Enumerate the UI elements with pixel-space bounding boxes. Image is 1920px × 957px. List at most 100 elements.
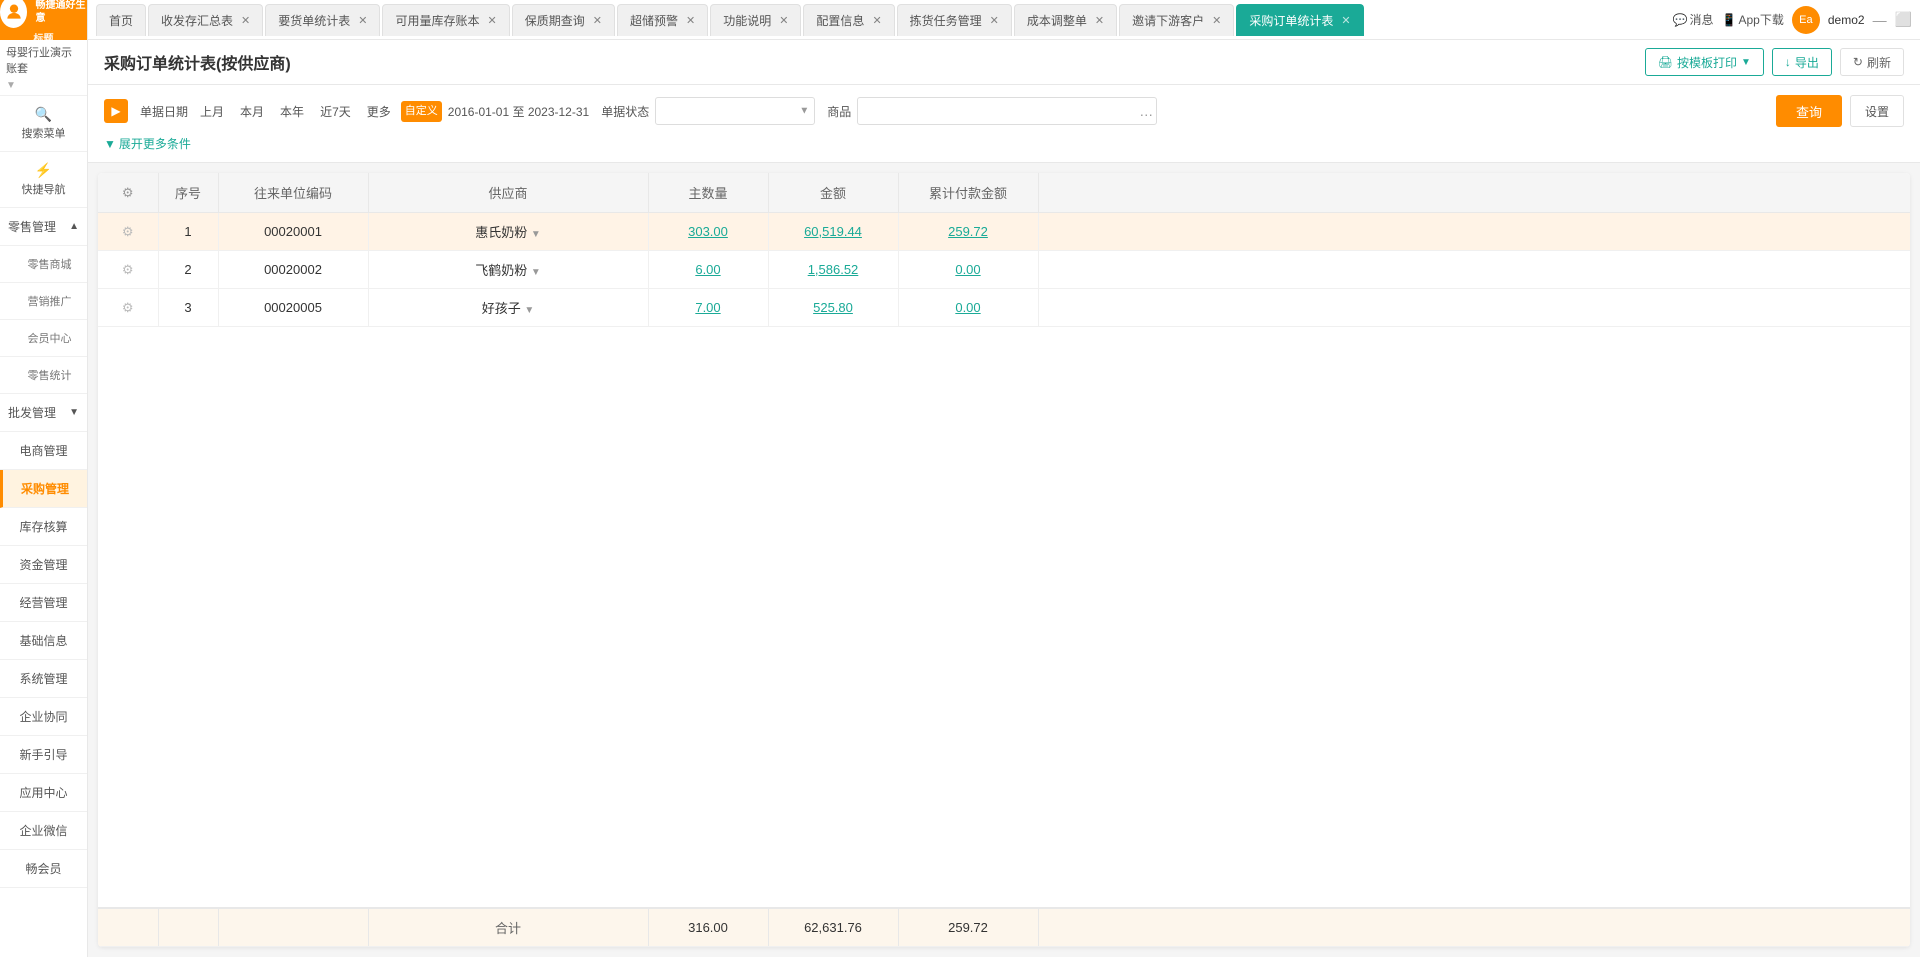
user-avatar[interactable]: Ea	[1792, 6, 1820, 34]
tab-validity[interactable]: 保质期查询 ✕	[512, 4, 615, 36]
sidebar-item-search[interactable]: 🔍 搜索菜单	[0, 96, 87, 152]
settings-gear-icon[interactable]: ⚙	[122, 185, 134, 200]
tab-inventory-book[interactable]: 可用量库存账本 ✕	[382, 4, 509, 36]
shortcut-this-month[interactable]: 本月	[234, 101, 270, 122]
tab-order-stats[interactable]: 要货单统计表 ✕	[265, 4, 380, 36]
username-label[interactable]: demo2	[1828, 13, 1865, 27]
expand-more-btn[interactable]: ▼ 展开更多条件	[104, 135, 1904, 152]
shortcut-more[interactable]: 更多	[361, 101, 397, 122]
tab-close-validity[interactable]: ✕	[593, 14, 602, 27]
table-footer-table: 合计 316.00 62,631.76 259.72	[98, 907, 1910, 947]
tab-close-inventory-book[interactable]: ✕	[488, 14, 497, 27]
row-settings-icon[interactable]: ⚙	[122, 300, 134, 315]
cell-settings-0[interactable]: ⚙	[98, 213, 158, 251]
header-actions: 🖨 按模板打印 ▼ ↓ 导出 ↻ 刷新	[1645, 48, 1904, 76]
tab-invite[interactable]: 邀请下游客户 ✕	[1119, 4, 1234, 36]
sidebar-item-retail-shop[interactable]: 零售商城	[0, 246, 87, 283]
supplier-expand-icon[interactable]: ▼	[531, 229, 541, 240]
refresh-btn[interactable]: ↻ 刷新	[1840, 48, 1904, 76]
sidebar-item-quick[interactable]: ⚡ 快捷导航	[0, 152, 87, 208]
tab-close-cost-adjust[interactable]: ✕	[1095, 14, 1104, 27]
supplier-expand-icon[interactable]: ▼	[531, 267, 541, 278]
sidebar-item-wholesale[interactable]: 批发管理 ▼	[0, 394, 87, 432]
cell-amount-1[interactable]: 1,586.52	[768, 251, 898, 289]
table-row[interactable]: ⚙ 3 00020005 好孩子 ▼ 7.00 525.80 0.00	[98, 289, 1910, 327]
footer-row: 合计 316.00 62,631.76 259.72	[98, 908, 1910, 947]
cell-supplier-0[interactable]: 惠氏奶粉 ▼	[368, 213, 648, 251]
tab-close-config[interactable]: ✕	[872, 14, 881, 27]
cell-amount-0[interactable]: 60,519.44	[768, 213, 898, 251]
account-dropdown[interactable]: 母婴行业演示账套 ▼	[0, 40, 87, 96]
tab-close-receive[interactable]: ✕	[241, 14, 250, 27]
table-row[interactable]: ⚙ 1 00020001 惠氏奶粉 ▼ 303.00 60,519.44 259…	[98, 213, 1910, 251]
shortcut-last-month[interactable]: 上月	[194, 101, 230, 122]
tab-close-order-stats[interactable]: ✕	[358, 14, 367, 27]
window-maximize-btn[interactable]: ⬜	[1895, 11, 1912, 28]
table-row[interactable]: ⚙ 2 00020002 飞鹤奶粉 ▼ 6.00 1,586.52 0.00	[98, 251, 1910, 289]
sidebar-item-system[interactable]: 系统管理	[0, 660, 87, 698]
sidebar: 畅捷通好生意 标题 母婴行业演示账套 ▼ 🔍 搜索菜单 ⚡ 快捷导航 零售管理 …	[0, 0, 88, 957]
row-settings-icon[interactable]: ⚙	[122, 224, 134, 239]
tab-receive[interactable]: 收发存汇总表 ✕	[148, 4, 263, 36]
page-header: 采购订单统计表(按供应商) 🖨 按模板打印 ▼ ↓ 导出 ↻ 刷新	[88, 40, 1920, 85]
row-settings-icon[interactable]: ⚙	[122, 262, 134, 277]
tab-func-desc[interactable]: 功能说明 ✕	[710, 4, 801, 36]
filter-toggle-btn[interactable]: ▶	[104, 99, 128, 123]
cell-supplier-2[interactable]: 好孩子 ▼	[368, 289, 648, 327]
tab-close-invite[interactable]: ✕	[1212, 14, 1221, 27]
cell-settings-2[interactable]: ⚙	[98, 289, 158, 327]
tab-close-task-mgmt[interactable]: ✕	[990, 14, 999, 27]
supplier-expand-icon[interactable]: ▼	[524, 305, 534, 316]
sidebar-item-basic[interactable]: 基础信息	[0, 622, 87, 660]
shortcut-7days[interactable]: 近7天	[314, 101, 357, 122]
sidebar-item-appcenter[interactable]: 应用中心	[0, 774, 87, 812]
cell-no-2: 3	[158, 289, 218, 327]
th-settings[interactable]: ⚙	[98, 173, 158, 213]
tab-config[interactable]: 配置信息 ✕	[803, 4, 894, 36]
export-btn[interactable]: ↓ 导出	[1772, 48, 1832, 76]
sidebar-item-vip[interactable]: 畅会员	[0, 850, 87, 888]
sidebar-item-cooperation[interactable]: 企业协同	[0, 698, 87, 736]
sidebar-item-wechat[interactable]: 企业微信	[0, 812, 87, 850]
settings-btn[interactable]: 设置	[1850, 95, 1904, 127]
tab-close-overstock[interactable]: ✕	[686, 14, 695, 27]
tab-overstock[interactable]: 超储预警 ✕	[617, 4, 708, 36]
cell-paid-2[interactable]: 0.00	[898, 289, 1038, 327]
tab-purchase-stats[interactable]: 采购订单统计表 ✕	[1236, 4, 1363, 36]
cell-amount-2[interactable]: 525.80	[768, 289, 898, 327]
tab-home[interactable]: 首页	[96, 4, 146, 36]
sidebar-item-retail-stats[interactable]: 零售统计	[0, 357, 87, 394]
sidebar-item-member[interactable]: 会员中心	[0, 320, 87, 357]
tab-close-func-desc[interactable]: ✕	[779, 14, 788, 27]
cell-supplier-1[interactable]: 飞鹤奶粉 ▼	[368, 251, 648, 289]
message-btn[interactable]: 💬 消息	[1673, 11, 1714, 28]
sidebar-item-retail[interactable]: 零售管理 ▲	[0, 208, 87, 246]
sidebar-item-ecommerce[interactable]: 电商管理	[0, 432, 87, 470]
cell-paid-1[interactable]: 0.00	[898, 251, 1038, 289]
print-dropdown-arrow[interactable]: ▼	[1741, 57, 1751, 68]
status-select[interactable]	[655, 97, 815, 125]
sidebar-item-purchase[interactable]: 采购管理	[0, 470, 87, 508]
sidebar-item-finance[interactable]: 资金管理	[0, 546, 87, 584]
window-minimize-btn[interactable]: —	[1873, 12, 1887, 28]
goods-more-btn[interactable]: …	[1139, 103, 1153, 119]
goods-input[interactable]	[857, 97, 1157, 125]
date-range-display[interactable]: 2016-01-01 至 2023-12-31	[448, 103, 589, 120]
cell-settings-1[interactable]: ⚙	[98, 251, 158, 289]
th-no: 序号	[158, 173, 218, 213]
sidebar-item-inventory[interactable]: 库存核算	[0, 508, 87, 546]
tab-cost-adjust[interactable]: 成本调整单 ✕	[1014, 4, 1117, 36]
cell-paid-0[interactable]: 259.72	[898, 213, 1038, 251]
sidebar-item-guide[interactable]: 新手引导	[0, 736, 87, 774]
cell-qty-1[interactable]: 6.00	[648, 251, 768, 289]
cell-qty-2[interactable]: 7.00	[648, 289, 768, 327]
tab-close-purchase-stats[interactable]: ✕	[1341, 14, 1350, 27]
sidebar-item-marketing[interactable]: 营销推广	[0, 283, 87, 320]
shortcut-this-year[interactable]: 本年	[274, 101, 310, 122]
print-btn[interactable]: 🖨 按模板打印 ▼	[1645, 48, 1764, 76]
sidebar-item-operations[interactable]: 经营管理	[0, 584, 87, 622]
app-download-btn[interactable]: 📱 App下载	[1722, 11, 1784, 28]
cell-qty-0[interactable]: 303.00	[648, 213, 768, 251]
query-btn[interactable]: 查询	[1776, 95, 1842, 127]
tab-task-mgmt[interactable]: 拣货任务管理 ✕	[897, 4, 1012, 36]
